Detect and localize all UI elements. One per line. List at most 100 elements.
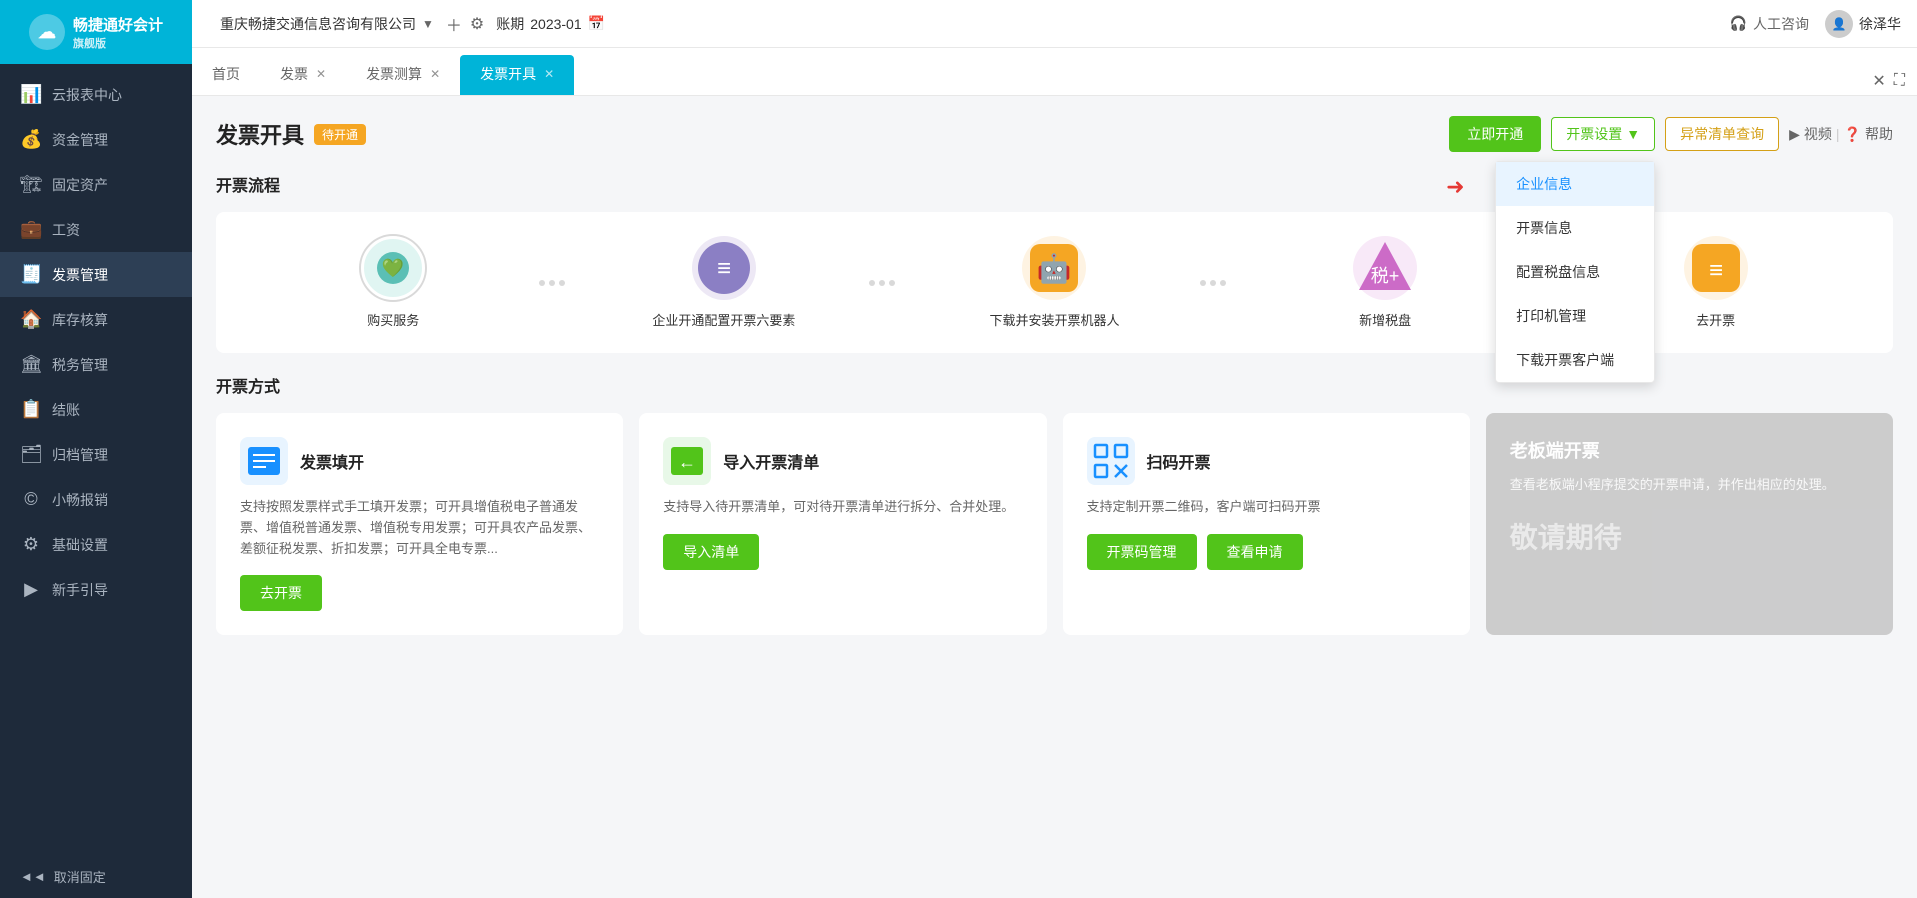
tab-close-icon[interactable]: ✕ [1872, 71, 1885, 91]
view-application-button[interactable]: 查看申请 [1207, 534, 1303, 570]
method-card-scan-invoice: 扫码开票 支持定制开票二维码，客户端可扫码开票 开票码管理 查看申请 [1063, 413, 1470, 635]
user-info[interactable]: 👤 徐泽华 [1825, 10, 1901, 38]
svg-text:税+: 税+ [1371, 266, 1400, 286]
tab-invoice-label: 发票 [280, 64, 308, 84]
user-name: 徐泽华 [1859, 14, 1901, 34]
sidebar-cancel-pin[interactable]: ◄◄ 取消固定 [0, 855, 192, 898]
sidebar-item-cloud-report[interactable]: 📊 云报表中心 [0, 72, 192, 117]
tab-invoice-open[interactable]: 发票开具 ✕ [460, 55, 574, 95]
flow-connector-2 [869, 280, 909, 286]
scan-invoice-desc: 支持定制开票二维码，客户端可扫码开票 [1087, 497, 1446, 518]
video-icon[interactable]: ▶ [1789, 126, 1800, 143]
main-area: 首页 发票 ✕ 发票测算 ✕ 发票开具 ✕ ✕ ⛶ 发票开具 待开通 立即开通 [192, 0, 1917, 898]
page-actions: 立即开通 开票设置 ▼ ➜ 企业信息 开票 [1449, 116, 1893, 152]
company-chevron-icon: ▼ [422, 17, 434, 31]
sidebar-item-accounting[interactable]: 📋 结账 [0, 387, 192, 432]
scan-invoice-title: 扫码开票 [1147, 449, 1211, 473]
settings-chevron-icon: ▼ [1626, 126, 1640, 142]
video-label: 视频 [1804, 124, 1832, 144]
dropdown-item-company-info[interactable]: 企业信息 [1496, 162, 1654, 206]
logo-subtitle: 旗舰版 [73, 35, 163, 51]
sidebar: ☁ 畅捷通好会计 旗舰版 📊 云报表中心 💰 资金管理 🏗 固定资产 💼 工资 … [0, 0, 192, 898]
help-icon[interactable]: ❓ [1844, 126, 1861, 143]
qr-manage-button[interactable]: 开票码管理 [1087, 534, 1197, 570]
dropdown-item-printer[interactable]: 打印机管理 [1496, 294, 1654, 338]
sidebar-item-fixed-assets[interactable]: 🏗 固定资产 [0, 162, 192, 207]
sidebar-item-label: 新手引导 [52, 580, 108, 600]
sidebar-item-label: 小畅报销 [52, 490, 108, 510]
fund-icon: 💰 [20, 129, 42, 150]
methods-grid: 发票填开 支持按照发票样式手工填开发票；可开具增值税电子普通发票、增值税普通发票… [216, 413, 1893, 635]
sidebar-item-label: 基础设置 [52, 535, 108, 555]
cloud-report-icon: 📊 [20, 84, 42, 105]
tab-invoice-calc-close[interactable]: ✕ [430, 67, 440, 81]
company-selector[interactable]: 重庆畅捷交通信息咨询有限公司 ▼ [220, 14, 434, 34]
period-label: 账期 [496, 14, 524, 34]
red-arrow-icon: ➜ [1446, 174, 1464, 200]
add-icon[interactable]: ＋ [446, 12, 462, 36]
service-button[interactable]: 🎧 人工咨询 [1730, 14, 1809, 34]
logo-title: 畅捷通好会计 [73, 14, 163, 35]
help-area: ▶ 视频 | ❓ 帮助 [1789, 124, 1893, 144]
sidebar-item-report-sales[interactable]: © 小畅报销 [0, 477, 192, 522]
printer-label: 打印机管理 [1516, 306, 1586, 326]
tab-invoice-open-close[interactable]: ✕ [544, 67, 554, 81]
sidebar-item-tax[interactable]: 🏛 税务管理 [0, 342, 192, 387]
sidebar-item-label: 税务管理 [52, 355, 108, 375]
svg-text:≡: ≡ [717, 255, 731, 282]
sidebar-item-salary[interactable]: 💼 工资 [0, 207, 192, 252]
svg-text:≡: ≡ [1709, 257, 1723, 284]
method-card-fill-invoice: 发票填开 支持按照发票样式手工填开发票；可开具增值税电子普通发票、增值税普通发票… [216, 413, 623, 635]
svg-text:🤖: 🤖 [1037, 252, 1072, 285]
tab-invoice-close[interactable]: ✕ [316, 67, 326, 81]
dropdown-item-download-client[interactable]: 下载开票客户端 [1496, 338, 1654, 382]
sidebar-item-guide[interactable]: ▶ 新手引导 [0, 567, 192, 612]
settings-button-label: 开票设置 [1566, 124, 1622, 144]
period-value: 2023-01 [530, 16, 581, 32]
settings-button[interactable]: 开票设置 ▼ [1551, 117, 1655, 151]
methods-section: 开票方式 发票填开 支持按照发票样式手工填开发票；可开具增值税电子普通发票、增值… [216, 373, 1893, 635]
activate-button[interactable]: 立即开通 [1449, 116, 1541, 152]
boss-invoice-badge: 敬请期待 [1510, 516, 1869, 556]
sidebar-item-settings[interactable]: ⚙ 基础设置 [0, 522, 192, 567]
method-header-boss: 老板端开票 [1510, 437, 1869, 463]
inventory-icon: 🏠 [20, 309, 42, 330]
boss-invoice-desc: 查看老板端小程序提交的开票申请，并作出相应的处理。 [1510, 475, 1869, 496]
settings-dropdown-wrapper: 开票设置 ▼ ➜ 企业信息 开票信息 配置税盘 [1551, 117, 1655, 151]
help-label: 帮助 [1865, 124, 1893, 144]
tab-expand-icon[interactable]: ⛶ [1894, 72, 1905, 90]
import-invoice-button[interactable]: 导入清单 [663, 534, 759, 570]
sidebar-item-archive[interactable]: 🗂 归档管理 [0, 432, 192, 477]
tab-invoice[interactable]: 发票 ✕ [260, 55, 346, 95]
dropdown-item-tax-config[interactable]: 配置税盘信息 [1496, 250, 1654, 294]
sidebar-item-fund[interactable]: 💰 资金管理 [0, 117, 192, 162]
company-info-label: 企业信息 [1516, 174, 1572, 194]
settings-sidebar-icon: ⚙ [20, 534, 42, 555]
dropdown-item-invoice-info[interactable]: 开票信息 [1496, 206, 1654, 250]
tab-home[interactable]: 首页 [192, 55, 260, 95]
sidebar-item-invoice[interactable]: 🧾 发票管理 [0, 252, 192, 297]
top-bar-actions: ＋ ⚙ [446, 12, 484, 36]
fill-invoice-button[interactable]: 去开票 [240, 575, 322, 611]
company-name: 重庆畅捷交通信息咨询有限公司 [220, 14, 416, 34]
invoice-icon: 🧾 [20, 264, 42, 285]
report-sales-icon: © [20, 489, 42, 510]
salary-icon: 💼 [20, 219, 42, 240]
method-card-boss-invoice: 老板端开票 查看老板端小程序提交的开票申请，并作出相应的处理。 敬请期待 [1486, 413, 1893, 635]
settings-icon[interactable]: ⚙ [470, 14, 484, 34]
settings-dropdown-menu: ➜ 企业信息 开票信息 配置税盘信息 打印机管理 [1495, 161, 1655, 383]
svg-text:←: ← [678, 452, 696, 472]
sidebar-item-inventory[interactable]: 🏠 库存核算 [0, 297, 192, 342]
top-bar-right: 🎧 人工咨询 👤 徐泽华 [1730, 10, 1901, 38]
tab-invoice-calc[interactable]: 发票测算 ✕ [346, 55, 460, 95]
step-icon-install: 🤖 [1022, 236, 1086, 300]
import-invoice-desc: 支持导入待开票清单，可对待开票清单进行拆分、合并处理。 [663, 497, 1022, 518]
anomaly-button[interactable]: 异常清单查询 [1665, 117, 1779, 151]
headphone-icon: 🎧 [1730, 15, 1747, 32]
step-label-add-tax: 新增税盘 [1359, 310, 1411, 329]
calendar-icon[interactable]: 📅 [588, 15, 605, 32]
tax-config-label: 配置税盘信息 [1516, 262, 1600, 282]
sidebar-item-label: 固定资产 [52, 175, 108, 195]
sidebar-item-label: 库存核算 [52, 310, 108, 330]
step-icon-open-invoice: ≡ [1684, 236, 1748, 300]
